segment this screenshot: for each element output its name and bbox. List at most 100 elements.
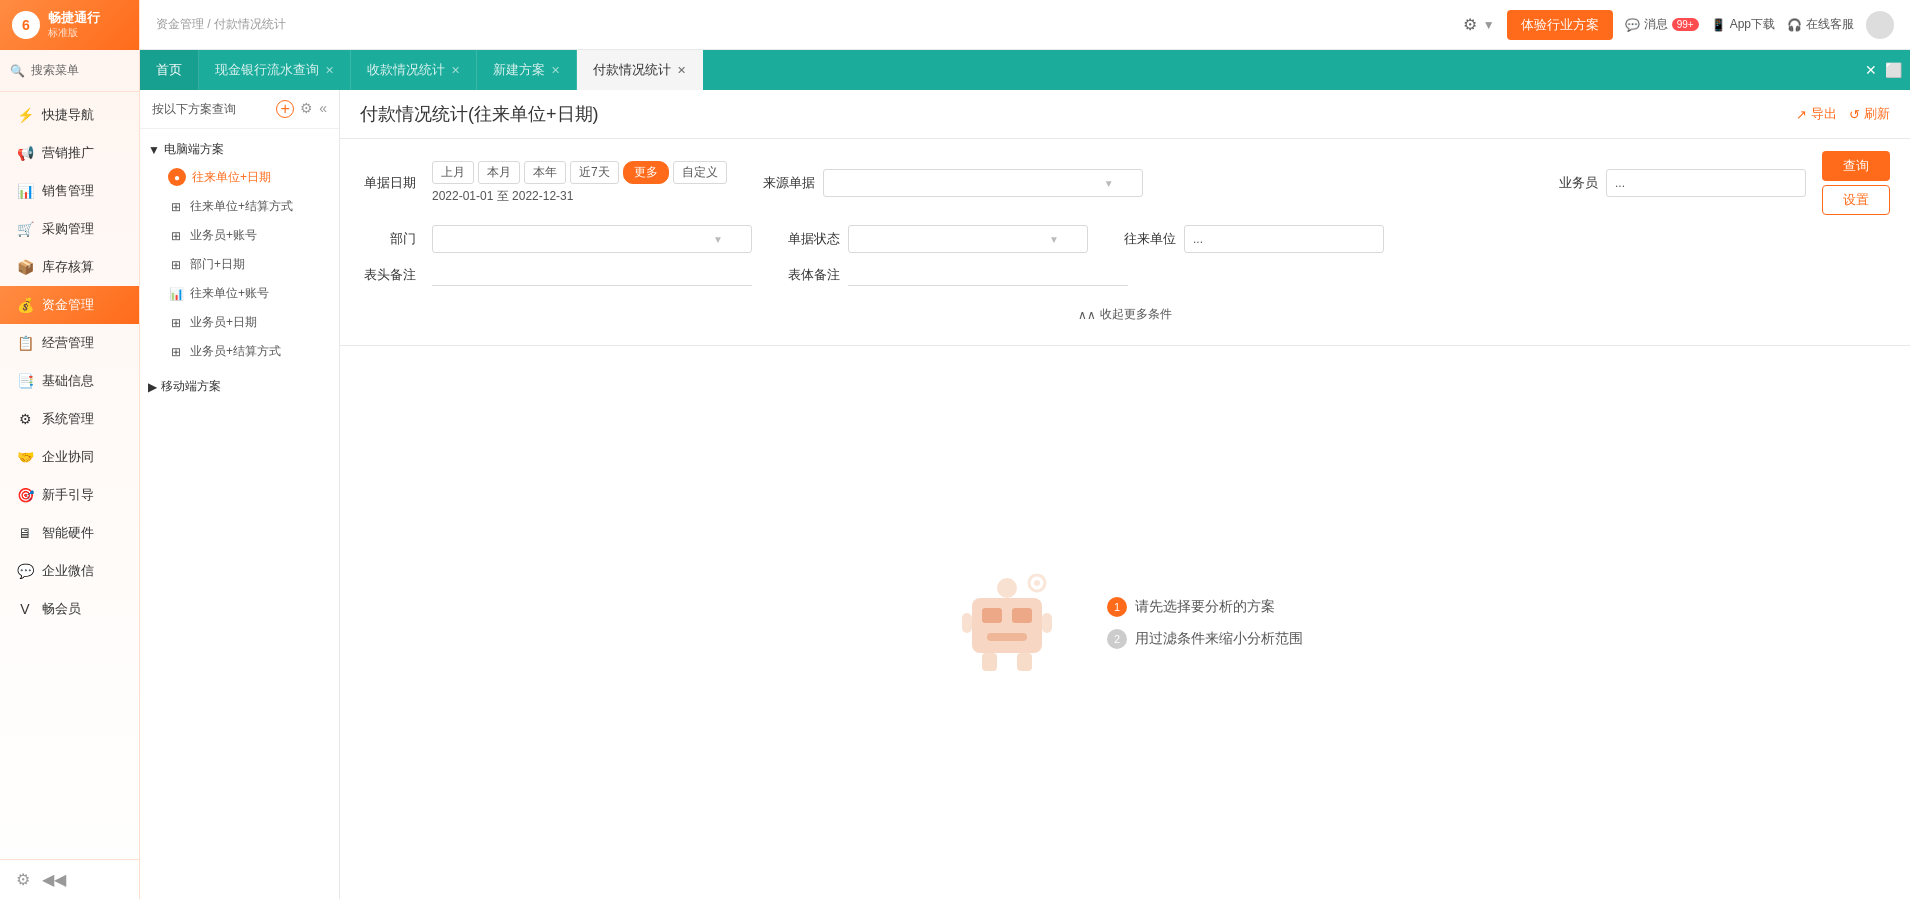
scheme-panel: 按以下方案查询 + ⚙ « ▼ 电脑端方案 ● 往来单位+日期 ⊞ [140,90,340,899]
quick-nav-icon: ⚡ [16,106,34,124]
sidebar-item-system[interactable]: ⚙ 系统管理 [0,400,139,438]
date-range-display: 2022-01-01 至 2022-12-31 [432,188,727,205]
mobile-group-arrow: ▶ [148,380,157,394]
doc-status-select[interactable]: ▼ [848,225,1088,253]
scheme-item-staff-date[interactable]: ⊞ 业务员+日期 [140,308,339,337]
marketing-icon: 📢 [16,144,34,162]
date-btn-custom[interactable]: 自定义 [673,161,727,184]
sidebar-item-wechat[interactable]: 💬 企业微信 [0,552,139,590]
scheme-item-dept-date[interactable]: ⊞ 部门+日期 [140,250,339,279]
app-subtitle: 标准版 [48,26,100,40]
topbar-settings-icon[interactable]: ⚙ [1463,15,1477,34]
add-scheme-icon[interactable]: + [276,100,294,118]
export-icon: ↗ [1796,107,1807,122]
source-select[interactable]: ▼ [823,169,1143,197]
filter-row-2: 部门 ▼ 单据状态 ▼ 往来单位 [360,225,1890,253]
sidebar-item-quick-nav[interactable]: ⚡ 快捷导航 [0,96,139,134]
scheme-table-icon: ⊞ [168,199,184,215]
settings-footer-icon[interactable]: ⚙ [16,870,30,889]
search-menu-label: 搜索菜单 [31,62,79,79]
guide-icon: 🎯 [16,486,34,504]
message-badge: 99+ [1672,18,1699,31]
app-download-btn[interactable]: 📱 App下载 [1711,16,1775,33]
tab-maximize-icon[interactable]: ⬜ [1885,62,1902,78]
partner-select[interactable]: ... [1184,225,1384,253]
online-service-btn[interactable]: 🎧 在线客服 [1787,16,1854,33]
scheme-panel-icons: + ⚙ « [276,100,327,118]
sidebar-item-operation[interactable]: 📋 经营管理 [0,324,139,362]
sidebar-item-basic[interactable]: 📑 基础信息 [0,362,139,400]
collapse-icon: ∧∧ [1078,308,1096,322]
collapse-button[interactable]: ∧∧ 收起更多条件 [360,300,1890,329]
tab-payment[interactable]: 付款情况统计 ✕ [577,50,703,90]
inventory-icon: 📦 [16,258,34,276]
collapse-sidebar-icon[interactable]: ◀◀ [42,870,66,889]
tab-new-plan[interactable]: 新建方案 ✕ [477,50,577,90]
message-btn[interactable]: 💬 消息 99+ [1625,16,1699,33]
tab-collection[interactable]: 收款情况统计 ✕ [351,50,477,90]
tab-close-all-icon[interactable]: ✕ [1865,62,1877,78]
service-icon: 🎧 [1787,18,1802,32]
sidebar-item-collab[interactable]: 🤝 企业协同 [0,438,139,476]
scheme-item-staff-settle[interactable]: ⊞ 业务员+结算方式 [140,337,339,366]
head-note-input[interactable] [432,263,752,286]
mobile-group[interactable]: ▶ 移动端方案 [140,374,339,399]
dept-select[interactable]: ▼ [432,225,752,253]
main-area: 资金管理 / 付款情况统计 ⚙ ▼ 体验行业方案 💬 消息 99+ 📱 App下… [140,0,1910,899]
body-note-input[interactable] [848,263,1128,286]
tab-collection-close[interactable]: ✕ [451,64,460,77]
scheme-label: 业务员+账号 [190,227,257,244]
topbar: 资金管理 / 付款情况统计 ⚙ ▼ 体验行业方案 💬 消息 99+ 📱 App下… [140,0,1910,50]
scheme-item-unit-account[interactable]: 📊 往来单位+账号 [140,279,339,308]
tab-new-plan-close[interactable]: ✕ [551,64,560,77]
tab-payment-close[interactable]: ✕ [677,64,686,77]
sidebar-item-label: 快捷导航 [42,106,94,124]
sidebar-item-label: 资金管理 [42,296,94,314]
app-download-icon: 📱 [1711,18,1726,32]
staff-select[interactable]: ... [1606,169,1806,197]
scheme-item-unit-settle[interactable]: ⊞ 往来单位+结算方式 [140,192,339,221]
tab-bank[interactable]: 现金银行流水查询 ✕ [199,50,351,90]
sidebar-item-sales[interactable]: 📊 销售管理 [0,172,139,210]
sidebar-item-label: 销售管理 [42,182,94,200]
date-btn-this-year[interactable]: 本年 [524,161,566,184]
sidebar-item-label: 企业微信 [42,562,94,580]
scheme-collapse-icon[interactable]: « [319,100,327,118]
industry-btn[interactable]: 体验行业方案 [1507,10,1613,40]
staff-placeholder: ... [1615,176,1625,190]
sidebar-item-finance[interactable]: 💰 资金管理 [0,286,139,324]
refresh-button[interactable]: ↺ 刷新 [1849,105,1890,123]
scheme-item-unit-date[interactable]: ● 往来单位+日期 [140,162,339,192]
sidebar-item-inventory[interactable]: 📦 库存核算 [0,248,139,286]
date-btn-7days[interactable]: 近7天 [570,161,619,184]
desktop-group-title[interactable]: ▼ 电脑端方案 [140,137,339,162]
tab-new-plan-label: 新建方案 [493,61,545,79]
empty-step-1: 1 请先选择要分析的方案 [1107,597,1303,617]
scheme-settings-icon[interactable]: ⚙ [300,100,313,118]
app-download-label: App下载 [1730,16,1775,33]
sidebar-item-label: 基础信息 [42,372,94,390]
export-button[interactable]: ↗ 导出 [1796,105,1837,123]
sidebar-item-marketing[interactable]: 📢 营销推广 [0,134,139,172]
svg-rect-3 [987,633,1027,641]
source-filter: 来源单据 ▼ [759,169,1526,197]
query-button[interactable]: 查询 [1822,151,1890,181]
sidebar-item-purchase[interactable]: 🛒 采购管理 [0,210,139,248]
step-2-text: 用过滤条件来缩小分析范围 [1135,630,1303,648]
page-content: 按以下方案查询 + ⚙ « ▼ 电脑端方案 ● 往来单位+日期 ⊞ [140,90,1910,899]
tab-bank-close[interactable]: ✕ [325,64,334,77]
date-btn-this-month[interactable]: 本月 [478,161,520,184]
date-btn-more[interactable]: 更多 [623,161,669,184]
topbar-dropdown-icon[interactable]: ▼ [1483,18,1495,32]
search-menu-button[interactable]: 🔍 搜索菜单 [10,58,129,83]
sidebar-item-guide[interactable]: 🎯 新手引导 [0,476,139,514]
settings-button[interactable]: 设置 [1822,185,1890,215]
sidebar-item-member[interactable]: V 畅会员 [0,590,139,628]
sidebar-item-hardware[interactable]: 🖥 智能硬件 [0,514,139,552]
avatar[interactable] [1866,11,1894,39]
svg-rect-7 [1017,653,1032,671]
date-btn-last-month[interactable]: 上月 [432,161,474,184]
scheme-item-staff-account[interactable]: ⊞ 业务员+账号 [140,221,339,250]
tab-home[interactable]: 首页 [140,50,199,90]
sidebar-item-label: 库存核算 [42,258,94,276]
